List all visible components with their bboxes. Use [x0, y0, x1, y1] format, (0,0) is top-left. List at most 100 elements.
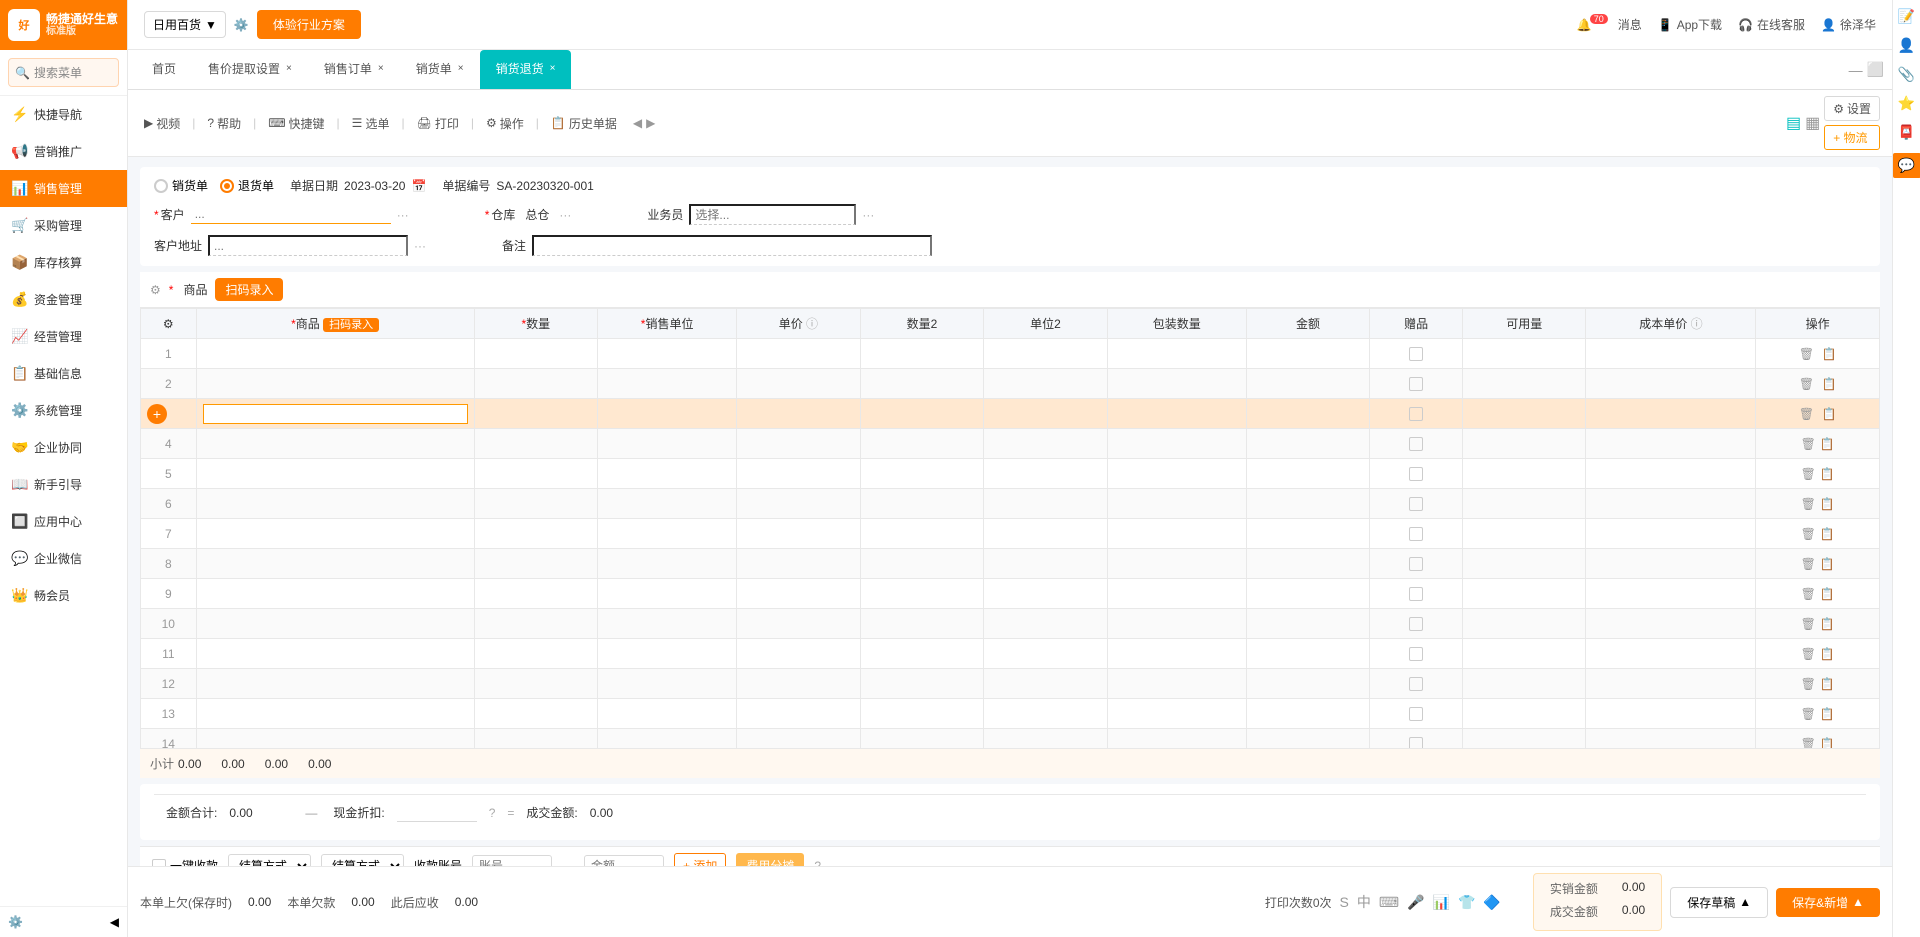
row-2-price[interactable] — [737, 369, 861, 399]
address-more-icon[interactable]: ··· — [414, 239, 426, 253]
tab-sales-order[interactable]: 销售订单 × — [308, 50, 400, 89]
select-toolbar-item[interactable]: ☰ 选单 — [348, 113, 394, 134]
row-3-unit[interactable] — [598, 399, 737, 429]
sidebar-item-basic[interactable]: 📋 基础信息 — [0, 355, 127, 392]
row-3-gift[interactable] — [1370, 399, 1463, 429]
row-1-product[interactable] — [196, 339, 474, 369]
address-input[interactable] — [208, 235, 408, 256]
notification-item[interactable]: 🔔 70 消息 — [1577, 16, 1642, 33]
fee-allocation-button[interactable]: 费用分摊 — [736, 853, 804, 866]
row-1-pkg-qty[interactable] — [1107, 339, 1246, 369]
row-1-qty[interactable] — [474, 339, 598, 369]
table-settings-icon[interactable]: ⚙ — [150, 283, 161, 297]
list-view-icon[interactable]: ▦ — [1805, 113, 1820, 133]
sidebar-item-inventory[interactable]: 📦 库存核算 — [0, 244, 127, 281]
one-key-payment-checkbox[interactable]: 一键收款 — [152, 857, 218, 866]
tab-price-settings[interactable]: 售价提取设置 × — [192, 50, 308, 89]
row-1-available[interactable] — [1462, 339, 1586, 369]
row-1-unit[interactable] — [598, 339, 737, 369]
scan-input-button[interactable]: 扫码录入 — [215, 278, 283, 301]
right-panel-active-item[interactable]: 💬 — [1893, 153, 1920, 178]
row-2-pkg-qty[interactable] — [1107, 369, 1246, 399]
row-3-gift-checkbox[interactable] — [1409, 407, 1423, 421]
row-3-amount[interactable] — [1246, 399, 1370, 429]
row-1-copy-icon[interactable]: 📋 — [1819, 345, 1838, 363]
sidebar-item-enterprise[interactable]: 🤝 企业协同 — [0, 429, 127, 466]
one-key-checkbox[interactable] — [152, 859, 166, 867]
row-3-product-input[interactable] — [203, 404, 468, 424]
collapse-icon[interactable]: ◀ — [110, 915, 119, 929]
add-row-button[interactable]: + — [147, 404, 167, 424]
row-2-amount[interactable] — [1246, 369, 1370, 399]
tab-sales-order-close[interactable]: × — [378, 63, 384, 74]
sidebar-item-quicknav[interactable]: ⚡ 快捷导航 — [0, 96, 127, 133]
right-panel-item-1[interactable]: 📝 — [1897, 8, 1917, 25]
save-new-button[interactable]: 保存&新增 ▲ — [1776, 888, 1880, 917]
right-panel-item-3[interactable]: 📎 — [1897, 66, 1917, 83]
calendar-icon[interactable]: 📅 — [411, 179, 426, 193]
salesperson-input[interactable] — [689, 204, 856, 225]
print-toolbar-item[interactable]: 🖨 打印 — [413, 113, 463, 134]
sidebar-item-apps[interactable]: 🔲 应用中心 — [0, 503, 127, 540]
row-3-qty[interactable] — [474, 399, 598, 429]
minimize-icon[interactable]: — — [1849, 62, 1863, 78]
shortcuts-toolbar-item[interactable]: ⌨ 快捷键 — [264, 113, 328, 134]
sidebar-item-system[interactable]: ⚙️ 系统管理 — [0, 392, 127, 429]
right-panel-item-4[interactable]: ⭐ — [1897, 95, 1917, 112]
account-number-input[interactable] — [472, 855, 552, 867]
row-3-price[interactable] — [737, 399, 861, 429]
radio-return[interactable]: 退货单 — [220, 177, 274, 194]
remark-input[interactable] — [532, 235, 932, 256]
row-3-product[interactable] — [196, 399, 474, 429]
row-3-delete-icon[interactable]: 🗑 — [1797, 405, 1816, 423]
sidebar-item-operations[interactable]: 📈 经营管理 — [0, 318, 127, 355]
sidebar-item-guide[interactable]: 📖 新手引导 — [0, 466, 127, 503]
right-panel-item-2[interactable]: 👤 — [1897, 37, 1917, 54]
row-2-unit2[interactable] — [984, 369, 1108, 399]
customer-more-icon[interactable]: ··· — [397, 208, 409, 222]
sidebar-item-sales[interactable]: 📊 销售管理 — [0, 170, 127, 207]
operate-toolbar-item[interactable]: ⚙ 操作 — [482, 113, 528, 134]
row-1-gift[interactable] — [1370, 339, 1463, 369]
row-3-qty2[interactable] — [860, 399, 984, 429]
sidebar-item-marketing[interactable]: 📢 营销推广 — [0, 133, 127, 170]
row-1-qty2[interactable] — [860, 339, 984, 369]
help-toolbar-item[interactable]: ? 帮助 — [203, 113, 245, 134]
row-2-unit[interactable] — [598, 369, 737, 399]
settings-bottom-icon[interactable]: ⚙️ — [8, 915, 23, 929]
row-1-delete-icon[interactable]: 🗑 — [1797, 345, 1816, 363]
scan-btn-header[interactable]: 扫码录入 — [323, 318, 379, 332]
row-1-unit2[interactable] — [984, 339, 1108, 369]
try-solution-button[interactable]: 体验行业方案 — [257, 10, 361, 39]
row-3-copy-icon[interactable]: 📋 — [1819, 405, 1838, 423]
tab-delivery-close[interactable]: × — [458, 63, 464, 74]
ellipsis-icon[interactable]: ··· — [562, 859, 574, 867]
settings-button[interactable]: ⚙ 设置 — [1824, 96, 1880, 121]
fee-question-icon[interactable]: ? — [814, 859, 821, 867]
app-download-item[interactable]: 📱 App下载 — [1658, 16, 1722, 33]
row-3-cost-price[interactable] — [1586, 399, 1756, 429]
warehouse-more-icon[interactable]: ··· — [559, 208, 571, 222]
row-1-gift-checkbox[interactable] — [1409, 347, 1423, 361]
customer-input[interactable] — [191, 205, 391, 224]
search-menu-button[interactable]: 🔍 搜索菜单 — [8, 58, 119, 87]
tab-sales-return-close[interactable]: × — [550, 63, 556, 74]
row-2-gift-checkbox[interactable] — [1409, 377, 1423, 391]
grid-view-icon[interactable]: ▤ — [1786, 113, 1801, 133]
history-toolbar-item[interactable]: 📋 历史单据 — [547, 113, 621, 134]
row-1-price[interactable] — [737, 339, 861, 369]
radio-delivery[interactable]: 销货单 — [154, 177, 208, 194]
row-1-cost-price[interactable] — [1586, 339, 1756, 369]
tab-price-settings-close[interactable]: × — [286, 63, 292, 74]
sidebar-item-wechat[interactable]: 💬 企业微信 — [0, 540, 127, 577]
maximize-icon[interactable]: ⬜ — [1867, 61, 1884, 78]
row-2-qty[interactable] — [474, 369, 598, 399]
salesperson-more-icon[interactable]: ··· — [862, 208, 874, 222]
row-2-delete-icon[interactable]: 🗑 — [1797, 375, 1816, 393]
tab-sales-return[interactable]: 销货退货 × — [480, 50, 572, 89]
prev-icon[interactable]: ◀ — [633, 116, 642, 130]
next-icon[interactable]: ▶ — [646, 116, 655, 130]
row-2-qty2[interactable] — [860, 369, 984, 399]
row-2-copy-icon[interactable]: 📋 — [1819, 375, 1838, 393]
settlement-method-select[interactable]: 结算方式 — [228, 854, 311, 867]
